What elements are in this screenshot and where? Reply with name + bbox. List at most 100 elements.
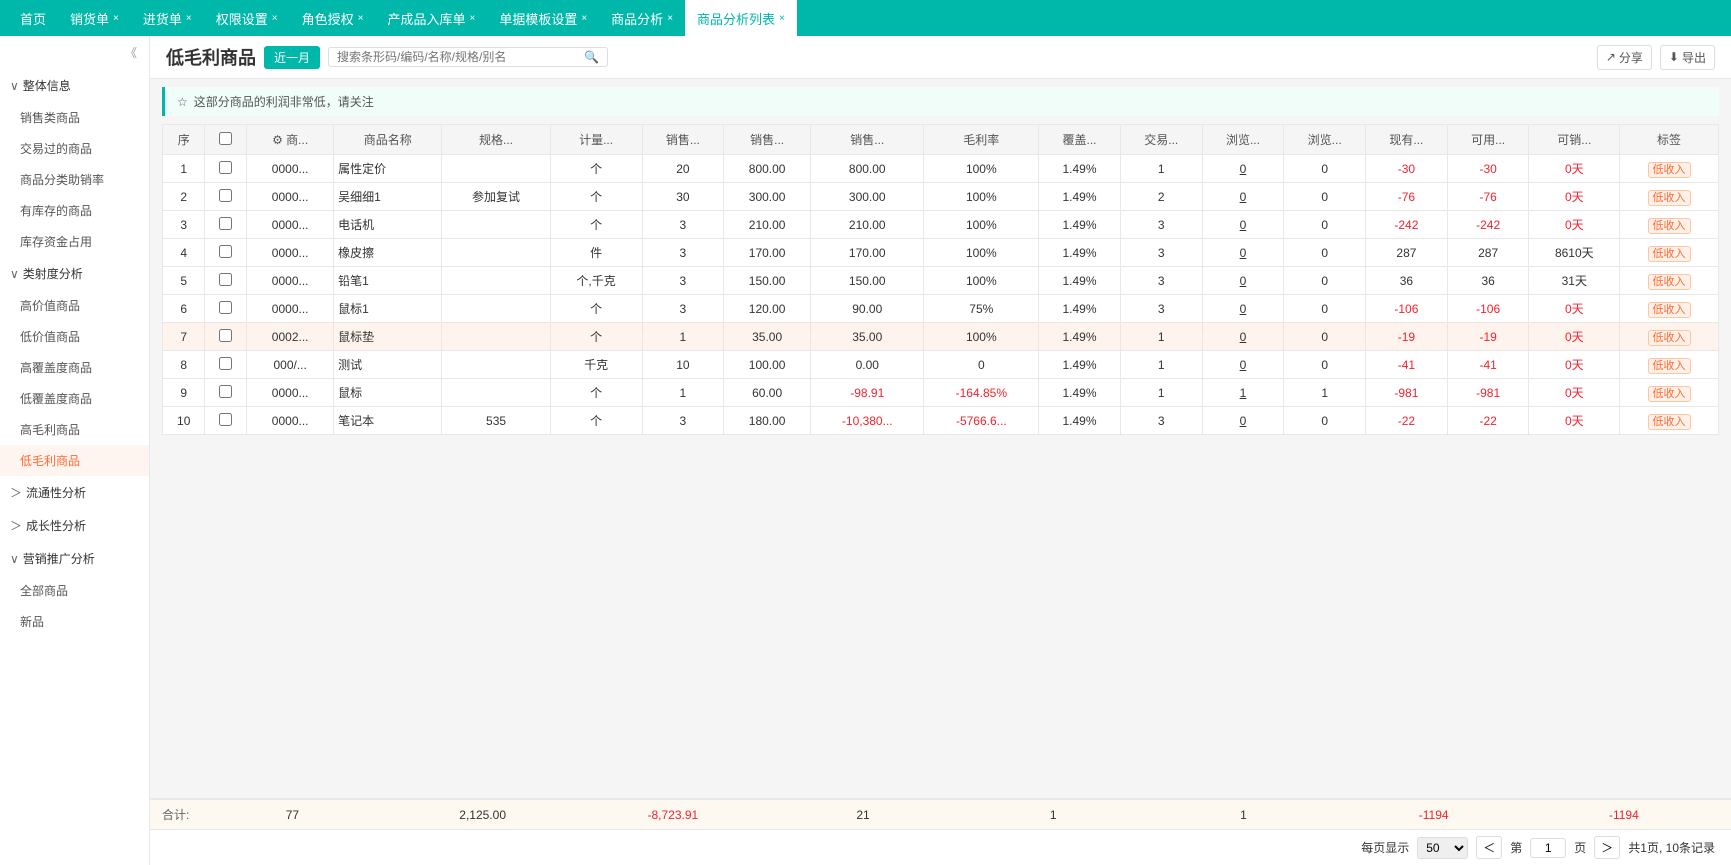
- row-checkbox[interactable]: [219, 329, 232, 342]
- nav-sales[interactable]: 销货单×: [58, 0, 131, 36]
- close-icon[interactable]: ×: [779, 13, 785, 24]
- cell-browse1[interactable]: 0: [1202, 155, 1284, 183]
- nav-purchase[interactable]: 进货单×: [131, 0, 204, 36]
- sidebar-item-new-products[interactable]: 新品: [0, 606, 149, 637]
- sidebar-item-high-value[interactable]: 高价值商品: [0, 290, 149, 321]
- page-size-select[interactable]: 50 100 200: [1417, 837, 1468, 859]
- sidebar-item-low-value[interactable]: 低价值商品: [0, 321, 149, 352]
- row-checkbox[interactable]: [219, 273, 232, 286]
- cell-browse1[interactable]: 0: [1202, 295, 1284, 323]
- tag-badge: 低收入: [1648, 358, 1691, 374]
- row-checkbox[interactable]: [219, 161, 232, 174]
- current-page-input[interactable]: [1530, 838, 1566, 858]
- row-checkbox[interactable]: [219, 385, 232, 398]
- cell-name: 鼠标: [334, 379, 442, 407]
- nav-product-analysis-list[interactable]: 商品分析列表×: [685, 0, 797, 36]
- sidebar-group-overall[interactable]: ∨ 整体信息: [0, 69, 149, 102]
- cell-browse1[interactable]: 0: [1202, 267, 1284, 295]
- sidebar-item-high-margin[interactable]: 高毛利商品: [0, 414, 149, 445]
- cell-browse2: 0: [1284, 323, 1366, 351]
- col-sale-day: 可销...: [1529, 125, 1620, 155]
- cell-browse1[interactable]: 0: [1202, 323, 1284, 351]
- nav-home[interactable]: 首页: [8, 0, 58, 36]
- search-icon[interactable]: 🔍: [584, 50, 599, 64]
- cell-browse1[interactable]: 1: [1202, 379, 1284, 407]
- cell-browse1[interactable]: 0: [1202, 211, 1284, 239]
- close-icon[interactable]: ×: [272, 13, 278, 24]
- page-label: 第: [1510, 839, 1522, 856]
- sidebar-item-category-rate[interactable]: 商品分类助销率: [0, 164, 149, 195]
- close-icon[interactable]: ×: [358, 13, 364, 24]
- close-icon[interactable]: ×: [667, 13, 673, 24]
- col-unit: 计量...: [550, 125, 642, 155]
- sidebar-item-capital-usage[interactable]: 库存资金占用: [0, 226, 149, 257]
- cell-browse1[interactable]: 0: [1202, 239, 1284, 267]
- row-checkbox[interactable]: [219, 189, 232, 202]
- sidebar-collapse-btn[interactable]: 《: [121, 40, 141, 65]
- sidebar-group-value-analysis[interactable]: ∨ 类射度分析: [0, 257, 149, 290]
- close-icon[interactable]: ×: [113, 13, 119, 24]
- cell-checkbox[interactable]: [205, 211, 247, 239]
- cell-code: 0000...: [247, 155, 334, 183]
- cell-browse1[interactable]: 0: [1202, 351, 1284, 379]
- prev-page-btn[interactable]: ＜: [1476, 836, 1502, 859]
- cell-browse1[interactable]: 0: [1202, 407, 1284, 435]
- sidebar-item-in-stock[interactable]: 有库存的商品: [0, 195, 149, 226]
- export-btn[interactable]: ⬇ 导出: [1660, 45, 1715, 70]
- close-icon[interactable]: ×: [581, 13, 587, 24]
- nav-template-settings[interactable]: 单据模板设置×: [487, 0, 599, 36]
- sidebar-group-circulation[interactable]: ＞ 流通性分析: [0, 476, 149, 509]
- share-btn[interactable]: ↗ 分享: [1597, 45, 1652, 70]
- cell-stock: 287: [1366, 239, 1448, 267]
- cell-checkbox[interactable]: [205, 239, 247, 267]
- sidebar-item-low-margin[interactable]: 低毛利商品: [0, 445, 149, 476]
- cell-name: 鼠标1: [334, 295, 442, 323]
- sidebar-item-all-products[interactable]: 全部商品: [0, 575, 149, 606]
- cell-checkbox[interactable]: [205, 407, 247, 435]
- chevron-down-icon: ∨: [10, 79, 19, 93]
- nav-product-entry[interactable]: 产成品入库单×: [375, 0, 487, 36]
- cell-code: 0000...: [247, 407, 334, 435]
- row-checkbox[interactable]: [219, 413, 232, 426]
- row-checkbox[interactable]: [219, 245, 232, 258]
- filter-recent-month-btn[interactable]: 近一月: [264, 46, 320, 69]
- cell-checkbox[interactable]: [205, 379, 247, 407]
- cell-usable: -981: [1447, 379, 1529, 407]
- cell-price: 100.00: [724, 351, 811, 379]
- search-input[interactable]: [337, 50, 584, 64]
- cell-usable: 287: [1447, 239, 1529, 267]
- nav-permissions[interactable]: 权限设置×: [204, 0, 290, 36]
- cell-checkbox[interactable]: [205, 323, 247, 351]
- cell-checkbox[interactable]: [205, 295, 247, 323]
- cell-code: 0000...: [247, 295, 334, 323]
- cell-sale-day: 0天: [1529, 351, 1620, 379]
- row-checkbox[interactable]: [219, 217, 232, 230]
- cell-checkbox[interactable]: [205, 267, 247, 295]
- notice-icon: ☆: [177, 95, 188, 109]
- cell-gross-rate: -5766.6...: [924, 407, 1039, 435]
- close-icon[interactable]: ×: [469, 13, 475, 24]
- nav-product-analysis[interactable]: 商品分析×: [599, 0, 685, 36]
- tag-badge: 低收入: [1648, 414, 1691, 430]
- cell-gross-rate: 0: [924, 351, 1039, 379]
- sidebar-group-growth[interactable]: ＞ 成长性分析: [0, 509, 149, 542]
- sidebar-group-marketing[interactable]: ∨ 营销推广分析: [0, 542, 149, 575]
- nav-role-auth[interactable]: 角色授权×: [290, 0, 376, 36]
- tag-badge: 低收入: [1648, 386, 1691, 402]
- next-page-btn[interactable]: ＞: [1594, 836, 1620, 859]
- select-all-checkbox[interactable]: [219, 132, 232, 145]
- sidebar-item-sales-products[interactable]: 销售类商品: [0, 102, 149, 133]
- cell-browse1[interactable]: 0: [1202, 183, 1284, 211]
- cell-qty: 10: [642, 351, 724, 379]
- sidebar-item-high-coverage[interactable]: 高覆盖度商品: [0, 352, 149, 383]
- footer-usable: -1194: [1594, 808, 1654, 822]
- cell-checkbox[interactable]: [205, 183, 247, 211]
- row-checkbox[interactable]: [219, 357, 232, 370]
- close-icon[interactable]: ×: [186, 13, 192, 24]
- cell-checkbox[interactable]: [205, 155, 247, 183]
- row-checkbox[interactable]: [219, 301, 232, 314]
- sidebar-item-low-coverage[interactable]: 低覆盖度商品: [0, 383, 149, 414]
- page-size-label: 每页显示: [1361, 839, 1409, 856]
- cell-checkbox[interactable]: [205, 351, 247, 379]
- sidebar-item-traded-products[interactable]: 交易过的商品: [0, 133, 149, 164]
